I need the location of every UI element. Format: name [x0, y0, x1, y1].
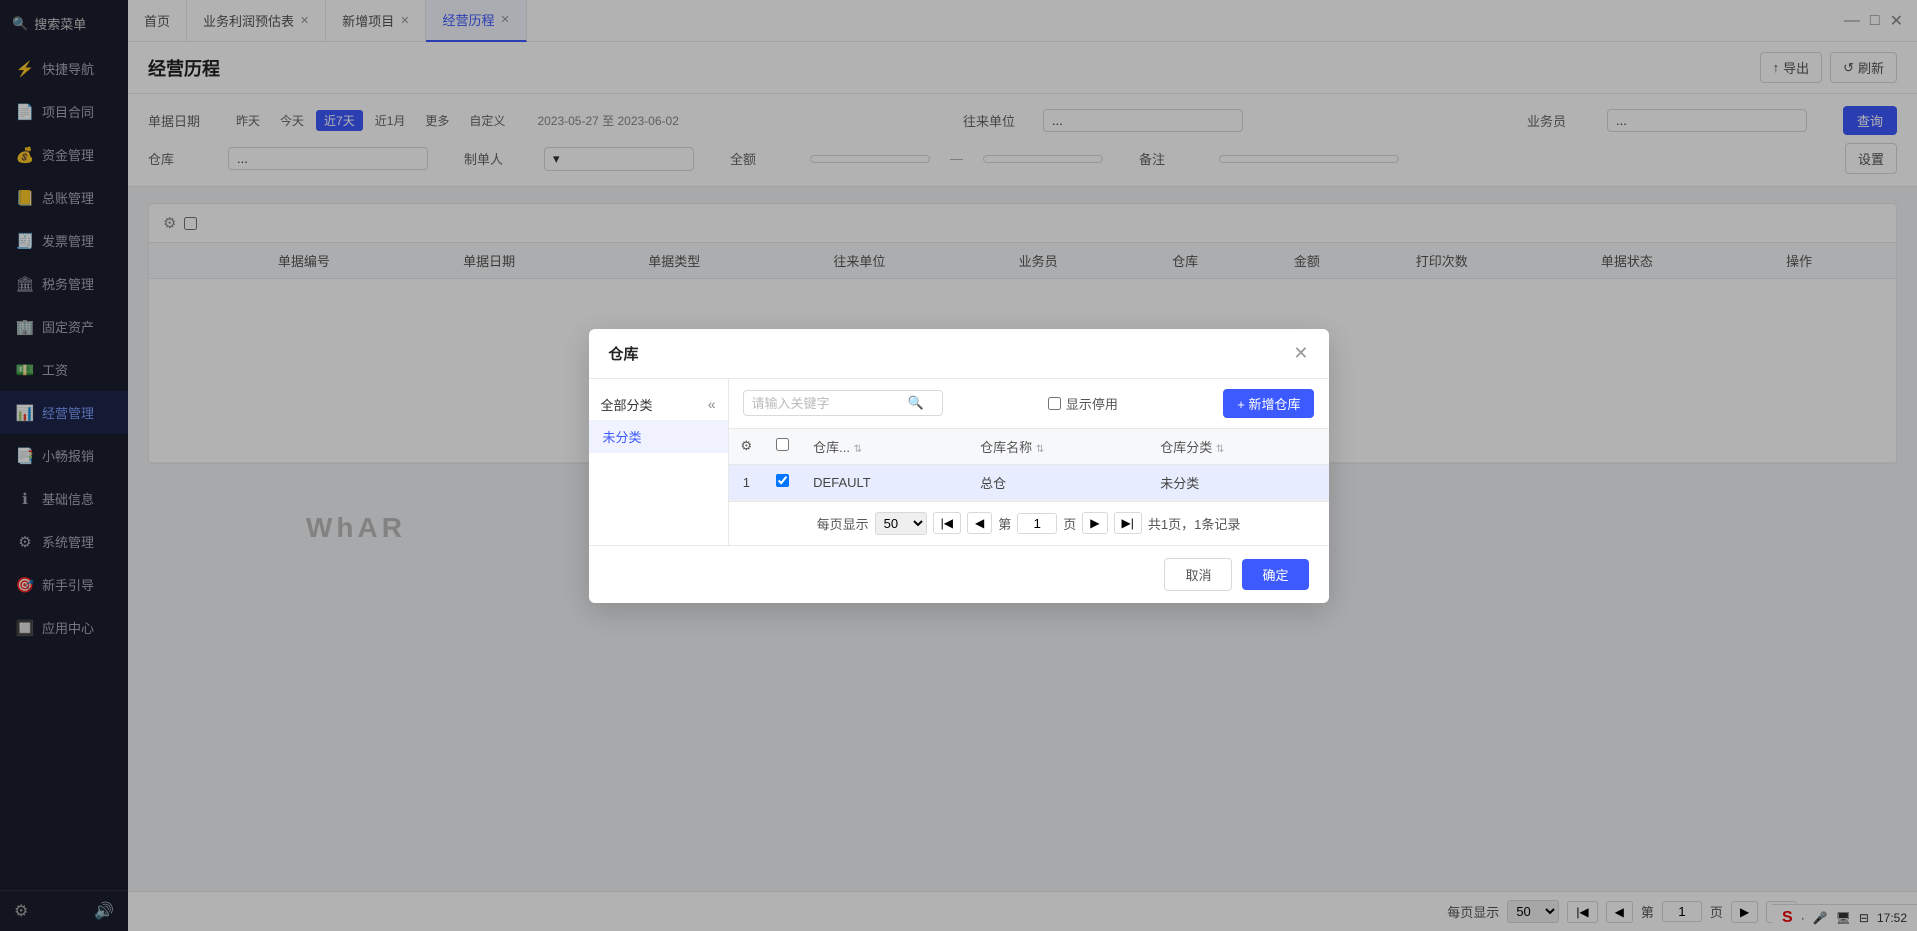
modal-page-input[interactable] [1017, 513, 1057, 534]
row-checkbox[interactable] [776, 474, 789, 487]
modal-page-size-label: 每页显示 [817, 514, 869, 533]
warehouse-table: ⚙ 仓库... ⇅仓库名称 ⇅仓库分类 ⇅ 1 DEFAULT 总仓 未分类 [729, 429, 1329, 501]
modal-page-label: 第 [998, 514, 1011, 533]
row-check[interactable] [764, 464, 801, 500]
modal-search-icon: 🔍 [908, 395, 924, 411]
modal-close-icon[interactable]: ✕ [1293, 344, 1308, 362]
row-num: 1 [743, 475, 750, 490]
show-disabled-checkbox[interactable] [1048, 397, 1061, 410]
modal-sidebar-header: 全部分类 « [589, 389, 728, 420]
modal-col-warehouse_category: 仓库分类 ⇅ [1148, 429, 1328, 465]
modal-prev-page[interactable]: ◀ [967, 512, 992, 534]
warehouse-modal: 仓库 ✕ 全部分类 « 未分类 🔍 [589, 329, 1329, 603]
modal-page-size-select[interactable]: 50100200 [875, 512, 927, 535]
show-disabled-label[interactable]: 显示停用 [1048, 394, 1118, 413]
modal-search-input[interactable] [752, 396, 902, 411]
sort-icon: ⇅ [1216, 444, 1224, 455]
modal-overlay[interactable]: 仓库 ✕ 全部分类 « 未分类 🔍 [0, 0, 1917, 931]
modal-pagination: 每页显示 50100200 |◀ ◀ 第 页 ▶ ▶| 共1页，1条记录 [729, 501, 1329, 545]
modal-table: ⚙ 仓库... ⇅仓库名称 ⇅仓库分类 ⇅ 1 DEFAULT 总仓 未分类 [729, 429, 1329, 501]
modal-last-page[interactable]: ▶| [1114, 512, 1142, 534]
add-warehouse-button[interactable]: + 新增仓库 [1223, 389, 1314, 418]
modal-footer: 取消 确定 [589, 545, 1329, 603]
modal-settings-icon[interactable]: ⚙ [741, 438, 753, 453]
modal-sidebar-scroll: 未分类 [589, 420, 728, 453]
modal-sidebar-toggle[interactable]: « [708, 396, 716, 412]
confirm-button[interactable]: 确定 [1242, 559, 1308, 590]
sort-icon: ⇅ [1036, 444, 1044, 455]
modal-body: 全部分类 « 未分类 🔍 显示停用 + 新增仓库 [589, 379, 1329, 545]
modal-col-warehouse_name: 仓库名称 ⇅ [968, 429, 1148, 465]
modal-sidebar-item-uncategorized[interactable]: 未分类 [589, 420, 728, 453]
modal-main: 🔍 显示停用 + 新增仓库 ⚙ 仓库... ⇅仓库名称 ⇅仓库分类 ⇅ 1 [729, 379, 1329, 545]
modal-header: 仓库 ✕ [589, 329, 1329, 379]
row-category: 未分类 [1148, 464, 1328, 500]
modal-page-unit: 页 [1063, 514, 1076, 533]
modal-total-label: 共1页，1条记录 [1148, 514, 1240, 533]
row-setting: 1 [729, 464, 765, 500]
modal-toolbar: 🔍 显示停用 + 新增仓库 [729, 379, 1329, 429]
sort-icon: ⇅ [854, 444, 862, 455]
modal-col-warehouse_code: 仓库... ⇅ [801, 429, 968, 465]
cancel-button[interactable]: 取消 [1164, 558, 1232, 591]
modal-search-box[interactable]: 🔍 [743, 390, 943, 416]
modal-next-page[interactable]: ▶ [1082, 512, 1107, 534]
modal-select-all[interactable] [776, 438, 789, 451]
modal-col-check [764, 429, 801, 465]
modal-first-page[interactable]: |◀ [933, 512, 961, 534]
modal-sidebar: 全部分类 « 未分类 [589, 379, 729, 545]
modal-sidebar-all-label[interactable]: 全部分类 [601, 395, 653, 414]
modal-col-settings[interactable]: ⚙ [729, 429, 765, 465]
row-name: 总仓 [968, 464, 1148, 500]
modal-table-row[interactable]: 1 DEFAULT 总仓 未分类 [729, 464, 1329, 500]
modal-title: 仓库 [609, 343, 639, 364]
row-code: DEFAULT [801, 464, 968, 500]
